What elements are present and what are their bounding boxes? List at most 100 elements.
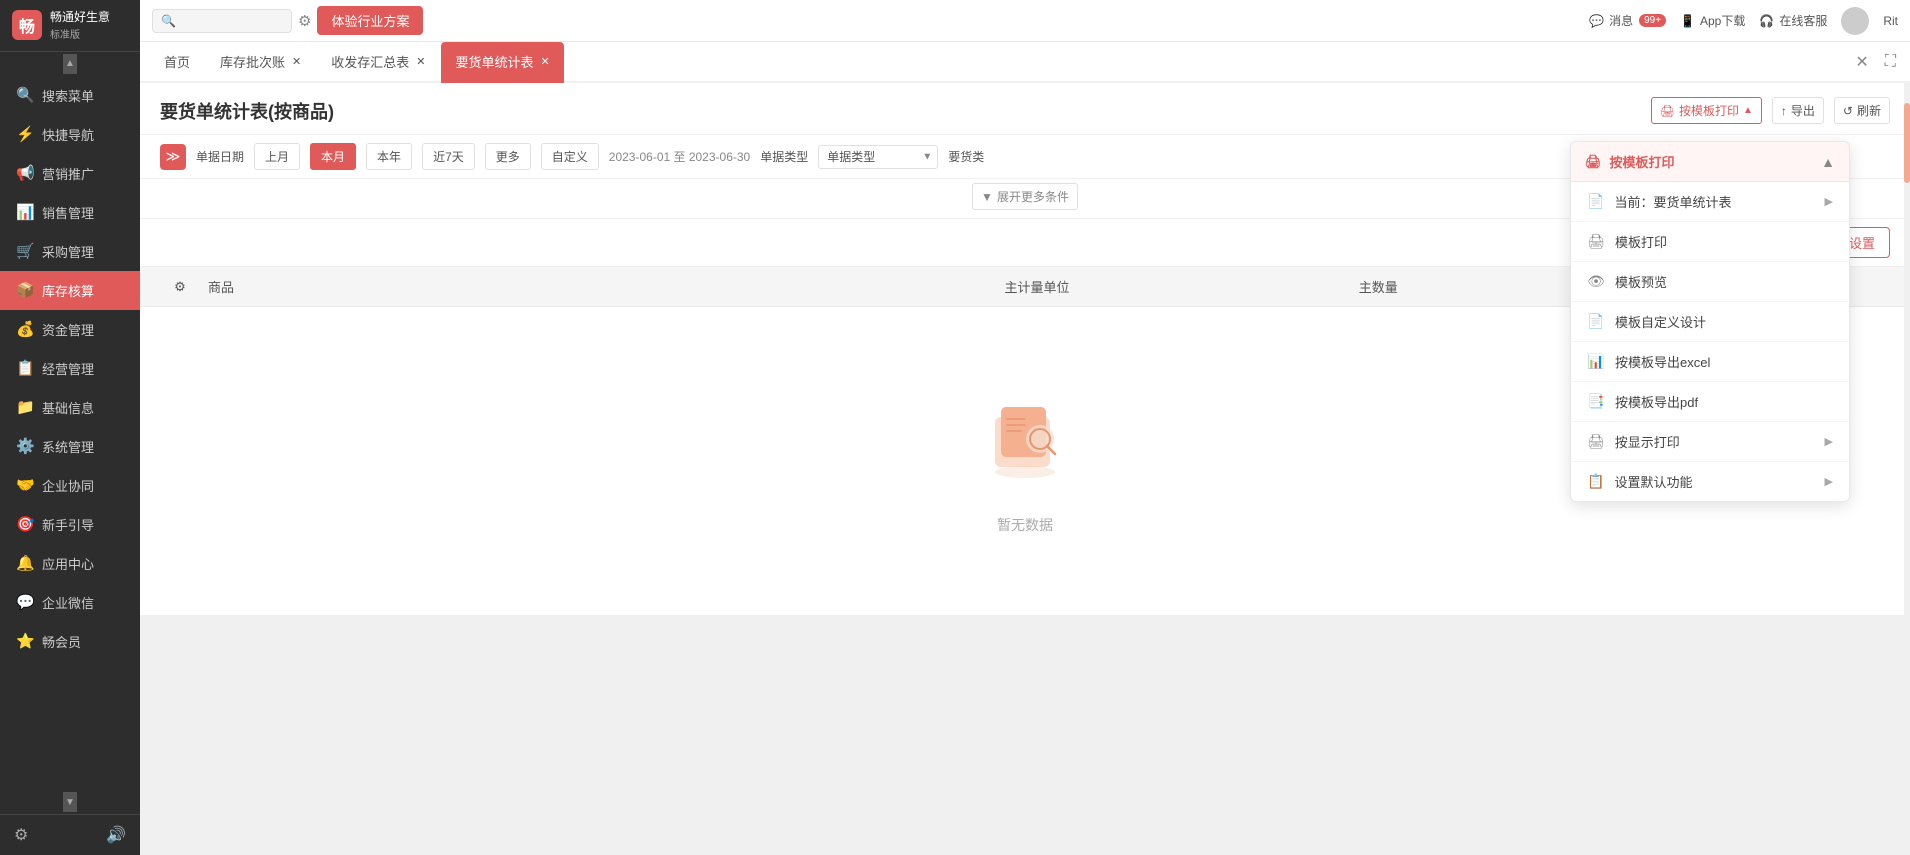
sidebar-item-label: 畅会员 xyxy=(42,632,81,651)
messages-label: 消息 xyxy=(1609,12,1633,29)
expand-more-btn[interactable]: ▼ 展开更多条件 xyxy=(972,183,1078,210)
tab-receivable-summary-close[interactable]: ✕ xyxy=(416,55,425,68)
dropdown-template-print[interactable]: 🖨 模板打印 xyxy=(1571,222,1849,262)
topbar-settings-icon[interactable]: ⚙ xyxy=(298,12,311,30)
design-icon: 📄 xyxy=(1587,313,1605,330)
dropdown-template-preview-label: 模板预览 xyxy=(1615,272,1667,291)
tab-batch-account[interactable]: 库存批次账 ✕ xyxy=(206,42,315,83)
handshake-icon: 🤝 xyxy=(16,476,34,494)
sidebar-item-label: 企业微信 xyxy=(42,593,94,612)
tab-order-stats-close[interactable]: ✕ xyxy=(541,55,550,68)
wechat-icon: 💬 xyxy=(16,593,34,611)
export-btn[interactable]: ↑ 导出 xyxy=(1772,97,1824,124)
sidebar-item-member[interactable]: ⭐ 畅会员 xyxy=(0,622,140,661)
sound-footer-icon[interactable]: 🔊 xyxy=(106,825,126,845)
display-print-icon: 🖨 xyxy=(1587,433,1605,450)
logo-icon: 畅 xyxy=(12,10,42,40)
flash-icon: ⚡ xyxy=(16,125,34,143)
dropdown-printer-icon: 🖨 xyxy=(1585,154,1602,170)
date-btn-last-month[interactable]: 上月 xyxy=(254,143,300,170)
sidebar-item-operations[interactable]: 📋 经营管理 xyxy=(0,349,140,388)
th-settings[interactable]: ⚙ xyxy=(160,269,200,305)
refresh-btn[interactable]: ↺ 刷新 xyxy=(1834,97,1890,124)
logo-text: 畅通好生意 xyxy=(50,10,110,26)
sidebar-item-label: 系统管理 xyxy=(42,437,94,456)
sidebar-item-sales[interactable]: 📊 销售管理 xyxy=(0,193,140,232)
cart-icon: 🛒 xyxy=(16,242,34,260)
dropdown-export-pdf[interactable]: 📑 按模板导出pdf xyxy=(1571,382,1849,422)
tab-order-stats[interactable]: 要货单统计表 ✕ xyxy=(441,42,563,83)
right-scrollbar[interactable] xyxy=(1904,83,1910,855)
sidebar-item-label: 采购管理 xyxy=(42,242,94,261)
page-title: 要货单统计表(按商品) xyxy=(160,98,334,124)
dropdown-template-preview[interactable]: 👁 模板预览 xyxy=(1571,262,1849,302)
print-template-dropdown: 🖨 按模板打印 ▲ 📄 当前：要货单统计表 ▶ 🖨 模板打印 👁 模板预览 xyxy=(1570,141,1850,502)
scrollbar-thumb xyxy=(1904,103,1910,183)
sidebar-item-purchase[interactable]: 🛒 采购管理 xyxy=(0,232,140,271)
sidebar-item-app[interactable]: 🔔 应用中心 xyxy=(0,544,140,583)
app-download-icon: 📱 xyxy=(1680,14,1695,28)
app-logo: 畅 畅通好生意 标准版 xyxy=(0,0,140,52)
sidebar-item-system[interactable]: ⚙️ 系统管理 xyxy=(0,427,140,466)
tab-batch-account-close[interactable]: ✕ xyxy=(292,55,301,68)
search-topbar-icon: 🔍 xyxy=(161,14,176,28)
online-service-group[interactable]: 🎧 在线客服 xyxy=(1759,12,1827,29)
chevron-right-3-icon: ▶ xyxy=(1825,475,1833,488)
bill-type-select-wrap: 单据类型 ▼ xyxy=(818,145,938,169)
sidebar-item-label: 快捷导航 xyxy=(42,125,94,144)
sidebar-item-label: 基础信息 xyxy=(42,398,94,417)
topbar-search[interactable]: 🔍 xyxy=(152,9,292,33)
sidebar: 畅 畅通好生意 标准版 ▲ 🔍 搜索菜单 ⚡ 快捷导航 📢 营销推广 📊 销售管… xyxy=(0,0,140,855)
printer2-icon: 🖨 xyxy=(1587,233,1605,250)
empty-text: 暂无数据 xyxy=(997,515,1053,535)
app-download-group[interactable]: 📱 App下载 xyxy=(1680,12,1745,29)
tabs-bar: 首页 库存批次账 ✕ 收发存汇总表 ✕ 要货单统计表 ✕ ✕ ⛶ xyxy=(140,42,1910,83)
sidebar-item-inventory[interactable]: 📦 库存核算 xyxy=(0,271,140,310)
sidebar-item-shortcut[interactable]: ⚡ 快捷导航 xyxy=(0,115,140,154)
date-btn-more[interactable]: 更多 xyxy=(485,143,531,170)
set-default-label: 设置默认功能 xyxy=(1614,472,1692,491)
settings-footer-icon[interactable]: ⚙ xyxy=(14,825,28,845)
sidebar-scroll-up[interactable]: ▲ xyxy=(63,54,77,74)
bill-type-select[interactable]: 单据类型 xyxy=(818,145,938,169)
date-btn-7days[interactable]: 近7天 xyxy=(422,143,475,170)
messages-group[interactable]: 💬 消息 99+ xyxy=(1589,12,1666,29)
print-template-btn[interactable]: 🖨 按模板打印 ▲ xyxy=(1651,97,1762,124)
tabs-minimize-btn[interactable]: ✕ xyxy=(1851,48,1872,76)
tab-batch-account-label: 库存批次账 xyxy=(220,52,285,71)
tab-receivable-summary[interactable]: 收发存汇总表 ✕ xyxy=(317,42,439,83)
search-icon: 🔍 xyxy=(16,86,34,104)
filter-expand-icon[interactable]: ≫ xyxy=(160,144,186,170)
sidebar-item-guide[interactable]: 🎯 新手引导 xyxy=(0,505,140,544)
tabs-expand-btn[interactable]: ⛶ xyxy=(1881,49,1900,75)
sidebar-item-basic[interactable]: 📁 基础信息 xyxy=(0,388,140,427)
dropdown-collapse-btn[interactable]: ▲ xyxy=(1821,154,1835,170)
tab-receivable-summary-label: 收发存汇总表 xyxy=(331,52,409,71)
th-qty: 主数量 xyxy=(1208,267,1549,306)
dropdown-display-print[interactable]: 🖨 按显示打印 ▶ xyxy=(1571,422,1849,462)
sidebar-item-wechat[interactable]: 💬 企业微信 xyxy=(0,583,140,622)
sidebar-item-search[interactable]: 🔍 搜索菜单 xyxy=(0,76,140,115)
display-print-label: 按显示打印 xyxy=(1615,432,1680,451)
chart-icon: 📊 xyxy=(16,203,34,221)
export-icon: ↑ xyxy=(1781,104,1787,118)
chevron-down-icon: ▼ xyxy=(981,190,993,204)
avatar[interactable] xyxy=(1841,7,1869,35)
clipboard-icon: 📋 xyxy=(16,359,34,377)
dropdown-current-template[interactable]: 📄 当前：要货单统计表 ▶ xyxy=(1571,182,1849,222)
topbar: 🔍 ⚙ 体验行业方案 💬 消息 99+ 📱 App下载 🎧 在线客服 Rit xyxy=(140,0,1910,42)
tab-home[interactable]: 首页 xyxy=(150,42,204,83)
sidebar-item-enterprise[interactable]: 🤝 企业协同 xyxy=(0,466,140,505)
sidebar-item-finance[interactable]: 💰 资金管理 xyxy=(0,310,140,349)
date-btn-custom[interactable]: 自定义 xyxy=(541,143,599,170)
experience-button[interactable]: 体验行业方案 xyxy=(317,6,423,35)
sidebar-item-marketing[interactable]: 📢 营销推广 xyxy=(0,154,140,193)
dropdown-export-excel[interactable]: 📊 按模板导出excel xyxy=(1571,342,1849,382)
chevron-up-icon: ▲ xyxy=(1743,105,1753,116)
date-btn-this-year[interactable]: 本年 xyxy=(366,143,412,170)
dropdown-template-custom[interactable]: 📄 模板自定义设计 xyxy=(1571,302,1849,342)
date-btn-this-month[interactable]: 本月 xyxy=(310,143,356,170)
sidebar-scroll-down[interactable]: ▼ xyxy=(63,792,77,812)
sidebar-item-label: 销售管理 xyxy=(42,203,94,222)
dropdown-set-default[interactable]: 📋 设置默认功能 ▶ xyxy=(1571,462,1849,501)
